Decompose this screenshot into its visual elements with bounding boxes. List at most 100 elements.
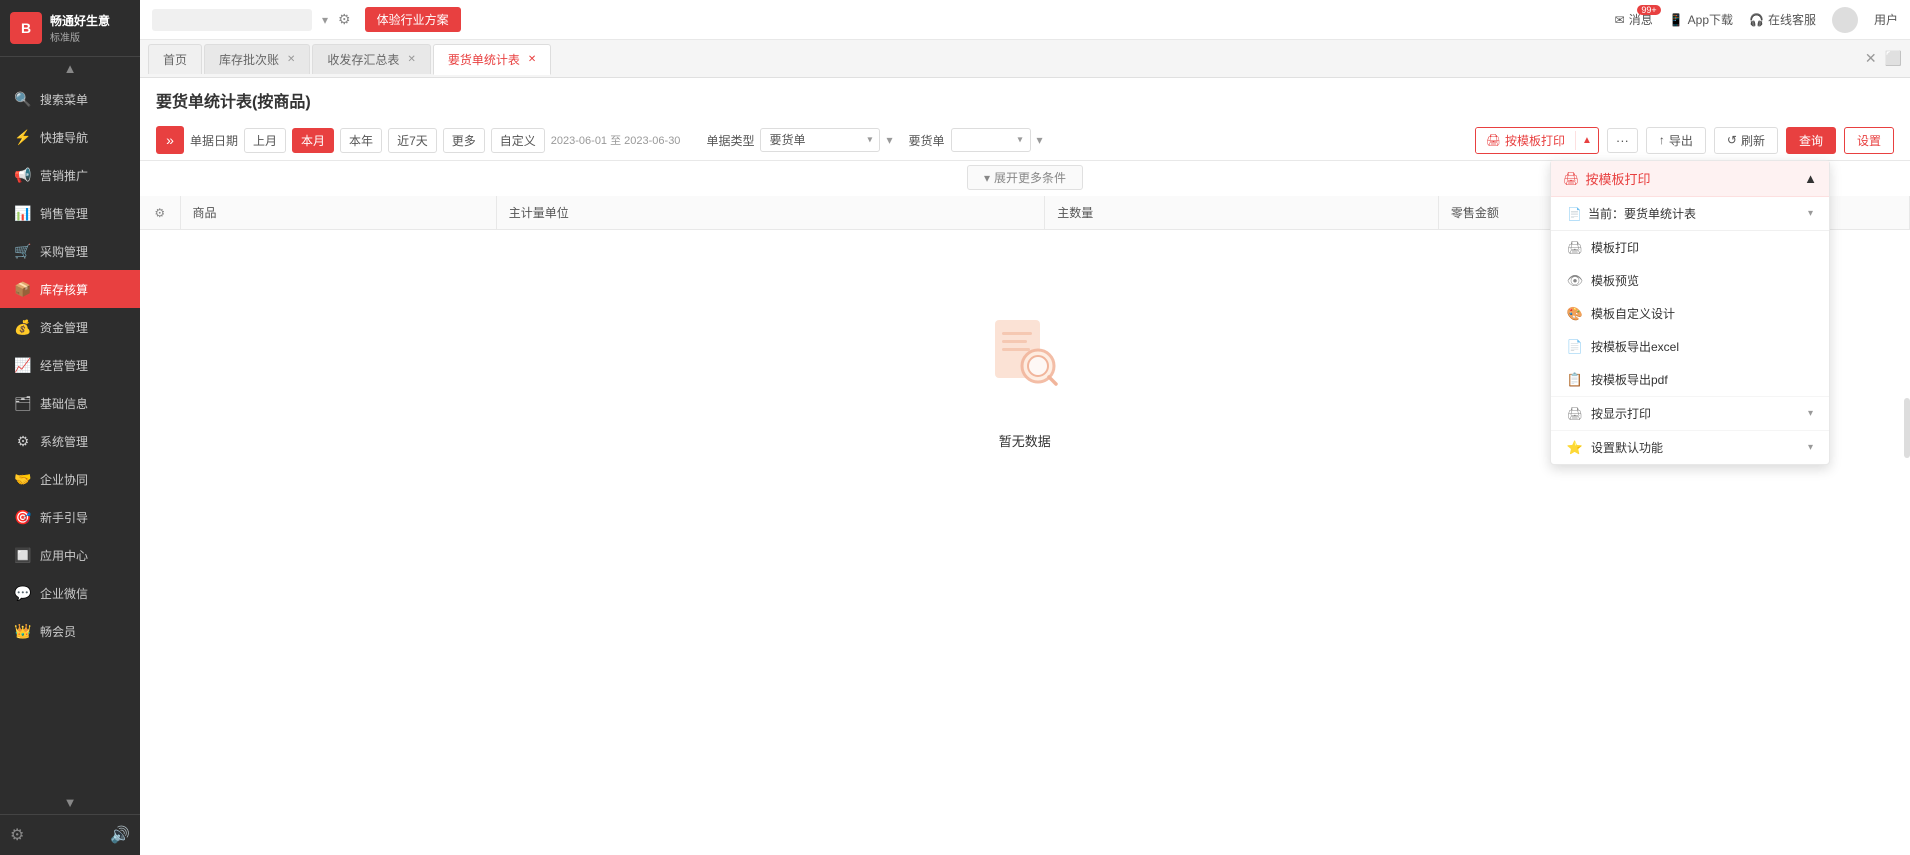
date-btn-last-month[interactable]: 上月 — [244, 128, 286, 153]
display-print-icon: 🖨 — [1567, 406, 1583, 422]
sidebar-item-collab[interactable]: 🤝 企业协同 — [0, 460, 140, 498]
sidebar-item-basic[interactable]: 🗂 基础信息 — [0, 384, 140, 422]
sidebar-item-apps[interactable]: 🔲 应用中心 — [0, 536, 140, 574]
sidebar-label-system: 系统管理 — [40, 433, 88, 450]
app-download-label: App下载 — [1688, 11, 1733, 28]
message-item[interactable]: ✉ 消息 99+ — [1615, 11, 1653, 28]
query-btn[interactable]: 查询 — [1786, 127, 1836, 154]
empty-state-icon — [980, 310, 1070, 419]
settings-btn[interactable]: 设置 — [1844, 127, 1894, 154]
settings-footer-icon[interactable]: ⚙ — [10, 825, 24, 845]
date-btn-this-month[interactable]: 本月 — [292, 128, 334, 153]
sidebar-item-sales[interactable]: 📊 销售管理 — [0, 194, 140, 232]
set-default-chevron: ▾ — [1808, 442, 1813, 453]
sidebar-scroll-down[interactable]: ▼ — [0, 791, 140, 814]
page-header: 要货单统计表(按商品) — [140, 78, 1910, 120]
type-filter-group: 单据类型 要货单 ▾ — [706, 128, 892, 152]
sidebar-label-search: 搜索菜单 — [40, 91, 88, 108]
sidebar-item-search[interactable]: 🔍 搜索菜单 — [0, 80, 140, 118]
topbar-search-input[interactable] — [152, 9, 312, 31]
collab-icon: 🤝 — [14, 470, 32, 488]
sidebar-label-basic: 基础信息 — [40, 395, 88, 412]
sidebar-item-marketing[interactable]: 📢 营销推广 — [0, 156, 140, 194]
th-settings[interactable]: ⚙ — [140, 196, 180, 230]
dropdown-item-template-print[interactable]: 🖨 模板打印 — [1551, 231, 1829, 264]
main-content: ▾ ⚙ 体验行业方案 ✉ 消息 99+ 📱 App下载 🎧 在线客服 用户 首页 — [140, 0, 1910, 855]
export-pdf-icon: 📋 — [1567, 372, 1583, 388]
print-template-btn[interactable]: 🖨 按模板打印 — [1476, 128, 1575, 153]
sidebar-label-apps: 应用中心 — [40, 547, 88, 564]
headset-icon: 🎧 — [1749, 13, 1764, 27]
category-filter-group: 要货单 ▾ — [908, 128, 1042, 152]
tab-close-all-icon[interactable]: ✕ — [1865, 50, 1877, 67]
empty-state-text: 暂无数据 — [999, 431, 1051, 450]
dropdown-collapse-icon[interactable]: ▲ — [1804, 171, 1817, 186]
export-excel-label: 按模板导出excel — [1591, 338, 1679, 355]
tab-order-stats-close[interactable]: ✕ — [528, 54, 536, 65]
template-print-icon: 🖨 — [1567, 240, 1583, 256]
print-dropdown-toggle[interactable]: ▲ — [1575, 131, 1598, 150]
app-download-item[interactable]: 📱 App下载 — [1669, 11, 1733, 28]
type-filter-select[interactable]: 要货单 — [760, 128, 880, 152]
dropdown-section-display-print[interactable]: 🖨 按显示打印 ▾ — [1551, 396, 1829, 430]
sidebar-label-quick-nav: 快捷导航 — [40, 129, 88, 146]
sidebar-item-member[interactable]: 👑 畅会员 — [0, 612, 140, 650]
dropdown-current-label: 当前：要货单统计表 — [1588, 205, 1696, 222]
user-avatar[interactable] — [1832, 7, 1858, 33]
ellipsis-actions-btn[interactable]: ··· — [1607, 128, 1638, 153]
tab-order-stats-label: 要货单统计表 — [448, 51, 520, 68]
topbar-dropdown-arrow[interactable]: ▾ — [322, 13, 328, 27]
dropdown-current-item[interactable]: 📄 当前：要货单统计表 ▾ — [1551, 197, 1829, 231]
topbar-settings-icon[interactable]: ⚙ — [338, 11, 351, 28]
refresh-btn[interactable]: ↺ 刷新 — [1714, 127, 1778, 154]
trial-btn[interactable]: 体验行业方案 — [365, 7, 461, 32]
user-name: 用户 — [1874, 11, 1898, 28]
sidebar-item-quick-nav[interactable]: ⚡ 快捷导航 — [0, 118, 140, 156]
dropdown-item-export-excel[interactable]: 📄 按模板导出excel — [1551, 330, 1829, 363]
expand-icon[interactable]: » — [156, 126, 184, 154]
set-default-label: 设置默认功能 — [1591, 439, 1663, 456]
date-btn-custom[interactable]: 自定义 — [491, 128, 545, 153]
resize-handle[interactable] — [1904, 398, 1910, 458]
sidebar-item-finance[interactable]: 💰 资金管理 — [0, 308, 140, 346]
toolbar-right-actions: 🖨 按模板打印 ▲ ··· ↑ 导出 ↺ 刷新 查询 — [1475, 127, 1894, 154]
dropdown-item-template-preview[interactable]: 👁 模板预览 — [1551, 264, 1829, 297]
online-service-item[interactable]: 🎧 在线客服 — [1749, 11, 1816, 28]
sidebar-item-inventory[interactable]: 📦 库存核算 — [0, 270, 140, 308]
sidebar-item-guide[interactable]: 🎯 新手引导 — [0, 498, 140, 536]
category-filter-select[interactable] — [951, 128, 1031, 152]
tab-receipts-summary-close[interactable]: ✕ — [407, 54, 415, 65]
dropdown-current-icon: 📄 — [1567, 207, 1582, 221]
message-icon: ✉ — [1615, 13, 1625, 27]
sidebar-item-purchase[interactable]: 🛒 采购管理 — [0, 232, 140, 270]
audio-footer-icon[interactable]: 🔊 — [110, 825, 130, 845]
sidebar-item-wechat[interactable]: 💬 企业微信 — [0, 574, 140, 612]
sidebar-item-system[interactable]: ⚙ 系统管理 — [0, 422, 140, 460]
date-btn-more[interactable]: 更多 — [443, 128, 485, 153]
type-filter-label: 单据类型 — [706, 132, 754, 149]
category-filter-dropdown-icon: ▾ — [886, 133, 892, 147]
tab-receipts-summary[interactable]: 收发存汇总表 ✕ — [312, 44, 430, 74]
tab-order-stats[interactable]: 要货单统计表 ✕ — [433, 44, 551, 75]
search-icon: 🔍 — [14, 90, 32, 108]
sidebar-item-operations[interactable]: 📈 经营管理 — [0, 346, 140, 384]
message-badge: 99+ — [1637, 5, 1660, 15]
dropdown-header[interactable]: 🖨 按模板打印 ▲ — [1551, 161, 1829, 197]
tab-inventory-batch[interactable]: 库存批次账 ✕ — [204, 44, 310, 74]
tab-maximize-icon[interactable]: ⬜ — [1885, 50, 1902, 67]
dropdown-item-template-design[interactable]: 🎨 模板自定义设计 — [1551, 297, 1829, 330]
system-icon: ⚙ — [14, 432, 32, 450]
expand-more-btn[interactable]: ▾ 展开更多条件 — [967, 165, 1083, 190]
export-btn[interactable]: ↑ 导出 — [1646, 127, 1706, 154]
dropdown-section-set-default[interactable]: ⭐ 设置默认功能 ▾ — [1551, 430, 1829, 464]
tab-home[interactable]: 首页 — [148, 44, 202, 74]
date-btn-7days[interactable]: 近7天 — [388, 128, 437, 153]
date-btn-this-year[interactable]: 本年 — [340, 128, 382, 153]
dropdown-item-export-pdf[interactable]: 📋 按模板导出pdf — [1551, 363, 1829, 396]
dropdown-section-set-default-left: ⭐ 设置默认功能 — [1567, 439, 1663, 456]
table-settings-icon[interactable]: ⚙ — [154, 206, 165, 220]
sidebar-scroll-up[interactable]: ▲ — [0, 57, 140, 80]
tab-inventory-batch-label: 库存批次账 — [219, 51, 279, 68]
tab-inventory-batch-close[interactable]: ✕ — [287, 54, 295, 65]
expand-more-label: 展开更多条件 — [994, 169, 1066, 186]
